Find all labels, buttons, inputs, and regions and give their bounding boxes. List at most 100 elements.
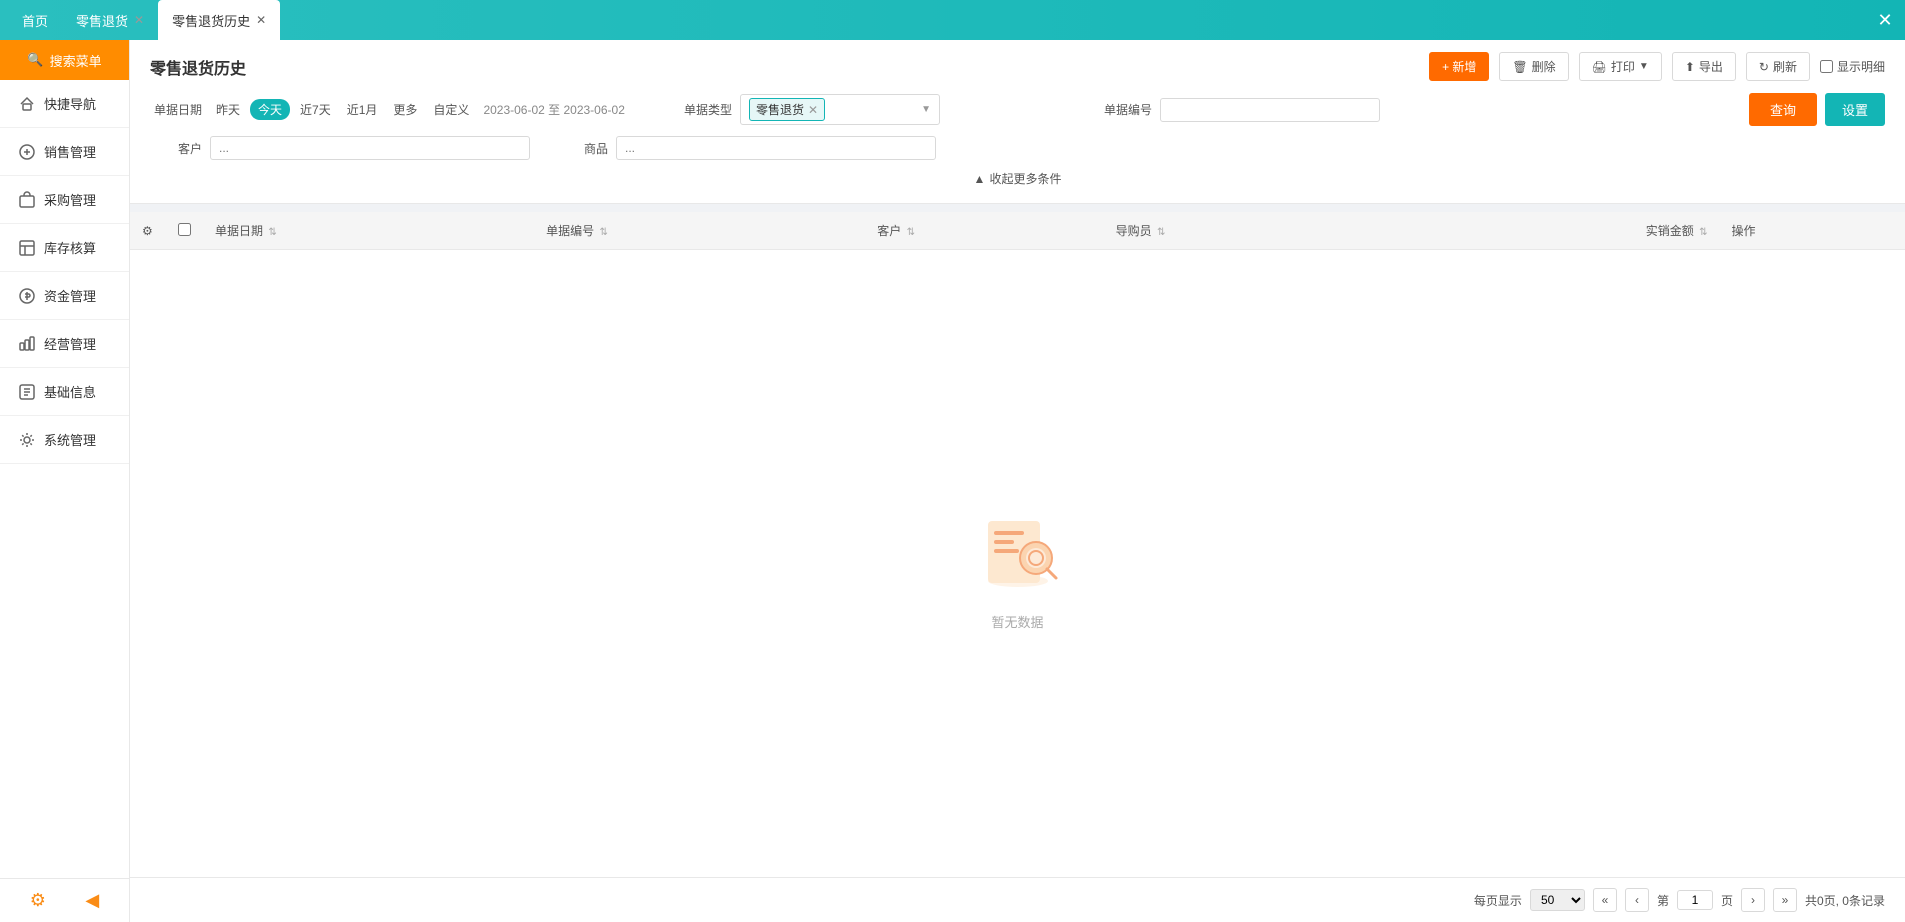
print-label: 打印 [1611, 58, 1635, 75]
sort-number-icon: ⇅ [599, 227, 607, 238]
page-title: 零售退货历史 [150, 55, 246, 79]
settings-bottom-icon[interactable]: ⚙ [30, 890, 46, 911]
empty-text: 暂无数据 [991, 612, 1043, 631]
empty-state: 暂无数据 [130, 250, 1905, 877]
number-label: 单据编号 [1090, 101, 1160, 118]
content-area: 零售退货历史 + 新增 🗑 删除 🖨 打印 ▼ ⬆ 导出 [130, 40, 1905, 922]
refresh-button[interactable]: ↻ 刷新 [1746, 52, 1810, 81]
delete-icon: 🗑 [1512, 60, 1527, 74]
per-page-select[interactable]: 50 10 20 100 [1530, 889, 1585, 911]
sidebar-item-finance[interactable]: 资金管理 [0, 272, 129, 320]
th-number[interactable]: 单据编号 ⇅ [534, 212, 865, 250]
date-opt-1month[interactable]: 近1月 [341, 99, 384, 120]
th-number-label: 单据编号 [546, 224, 594, 238]
goods-input[interactable] [616, 136, 936, 160]
settings-button[interactable]: 设置 [1825, 93, 1885, 126]
th-guide[interactable]: 导购员 ⇅ [1104, 212, 1389, 250]
home-icon [18, 95, 36, 113]
collapse-button[interactable]: ▲ 收起更多条件 [974, 170, 1062, 187]
sidebar-menu: 快捷导航 销售管理 采购管理 库存核算 资金管理 经营管理 [0, 80, 129, 878]
th-checkbox [166, 212, 203, 250]
date-opt-today[interactable]: 今天 [250, 99, 290, 120]
type-tag: 零售退货 ✕ [749, 98, 825, 121]
basic-info-icon [18, 383, 36, 401]
type-select[interactable]: 零售退货 ✕ ▼ [740, 94, 940, 125]
th-guide-label: 导购员 [1116, 224, 1152, 238]
per-page-label: 每页显示 [1474, 892, 1522, 909]
sidebar-item-purchase[interactable]: 采购管理 [0, 176, 129, 224]
customer-label: 客户 [150, 140, 210, 157]
sidebar-search-label: 搜索菜单 [50, 51, 102, 70]
show-detail-label: 显示明细 [1837, 58, 1885, 75]
print-icon: 🖨 [1592, 60, 1607, 74]
date-opt-yesterday[interactable]: 昨天 [210, 99, 246, 120]
sort-amount-icon: ⇅ [1699, 227, 1707, 238]
date-range-text: 2023-06-02 至 2023-06-02 [483, 101, 624, 118]
empty-icon [968, 496, 1068, 596]
export-button[interactable]: ⬆ 导出 [1672, 52, 1736, 81]
filter-section: 单据日期 昨天 今天 近7天 近1月 更多 自定义 2023-06-02 至 2… [150, 93, 1885, 203]
date-options: 昨天 今天 近7天 近1月 更多 自定义 2023-06-02 至 2023-0… [210, 99, 625, 120]
date-opt-custom[interactable]: 自定义 [427, 99, 475, 120]
sidebar-search[interactable]: 🔍 搜索菜单 [0, 40, 129, 80]
page-last-button[interactable]: » [1773, 888, 1797, 912]
data-table: ⚙ 单据日期 ⇅ 单据编号 ⇅ [130, 212, 1905, 250]
tab-retail-return-close[interactable]: ✕ [134, 13, 144, 27]
type-tag-label: 零售退货 [756, 101, 804, 118]
th-date-label: 单据日期 [215, 224, 263, 238]
sidebar-item-basic-info[interactable]: 基础信息 [0, 368, 129, 416]
tab-retail-return-history[interactable]: 零售退货历史 ✕ [158, 0, 280, 40]
th-action-label: 操作 [1732, 224, 1756, 238]
th-amount[interactable]: 实销金额 ⇅ [1388, 212, 1719, 250]
tab-retail-return-history-close[interactable]: ✕ [256, 13, 266, 27]
query-button[interactable]: 查询 [1749, 93, 1817, 126]
type-tag-close[interactable]: ✕ [808, 103, 818, 117]
page-number-input[interactable] [1677, 890, 1713, 910]
page-label: 第 [1657, 892, 1669, 909]
table-header-row: ⚙ 单据日期 ⇅ 单据编号 ⇅ [130, 212, 1905, 250]
th-customer[interactable]: 客户 ⇅ [865, 212, 1103, 250]
delete-button[interactable]: 🗑 删除 [1499, 52, 1568, 81]
new-button[interactable]: + 新增 [1429, 52, 1489, 81]
th-date[interactable]: 单据日期 ⇅ [203, 212, 534, 250]
sidebar-item-sales[interactable]: 销售管理 [0, 128, 129, 176]
sort-date-icon: ⇅ [268, 227, 276, 238]
show-detail-input[interactable] [1820, 60, 1833, 73]
gear-icon[interactable]: ⚙ [142, 224, 153, 238]
sidebar-item-basic-info-label: 基础信息 [44, 382, 96, 401]
sidebar-item-system[interactable]: 系统管理 [0, 416, 129, 464]
sidebar-item-finance-label: 资金管理 [44, 286, 96, 305]
tab-retail-return[interactable]: 零售退货 ✕ [62, 0, 158, 40]
date-opt-7days[interactable]: 近7天 [294, 99, 337, 120]
sidebar-item-business-label: 经营管理 [44, 334, 96, 353]
page-prev-button[interactable]: ‹ [1625, 888, 1649, 912]
sidebar-item-business[interactable]: 经营管理 [0, 320, 129, 368]
number-input[interactable] [1160, 98, 1380, 122]
tab-retail-return-label: 零售退货 [76, 11, 128, 30]
date-control: 昨天 今天 近7天 近1月 更多 自定义 2023-06-02 至 2023-0… [210, 99, 670, 120]
page-actions: + 新增 🗑 删除 🖨 打印 ▼ ⬆ 导出 ↻ [1429, 52, 1885, 81]
show-detail-checkbox[interactable]: 显示明细 [1820, 58, 1885, 75]
delete-label: 删除 [1532, 58, 1556, 75]
print-button[interactable]: 🖨 打印 ▼ [1579, 52, 1662, 81]
sidebar-item-home[interactable]: 快捷导航 [0, 80, 129, 128]
sidebar-item-inventory[interactable]: 库存核算 [0, 224, 129, 272]
window-close-button[interactable]: ✕ [1865, 0, 1905, 40]
tab-home[interactable]: 首页 [8, 0, 62, 40]
search-icon: 🔍 [27, 52, 43, 68]
print-arrow: ▼ [1639, 61, 1649, 72]
refresh-icon: ↻ [1759, 60, 1769, 74]
sort-customer-icon: ⇅ [907, 227, 915, 238]
sidebar-item-sales-label: 销售管理 [44, 142, 96, 161]
select-all-checkbox[interactable] [178, 223, 191, 236]
customer-input[interactable] [210, 136, 530, 160]
date-opt-more[interactable]: 更多 [387, 99, 423, 120]
th-customer-label: 客户 [877, 224, 901, 238]
page-next-button[interactable]: › [1741, 888, 1765, 912]
page-first-button[interactable]: « [1593, 888, 1617, 912]
sidebar: 🔍 搜索菜单 快捷导航 销售管理 采购管理 库存核算 资金管理 [0, 40, 130, 922]
collapse-sidebar-icon[interactable]: ◀ [85, 890, 99, 911]
main-layout: 🔍 搜索菜单 快捷导航 销售管理 采购管理 库存核算 资金管理 [0, 40, 1905, 922]
sidebar-bottom: ⚙ ◀ [0, 878, 129, 922]
finance-icon [18, 287, 36, 305]
